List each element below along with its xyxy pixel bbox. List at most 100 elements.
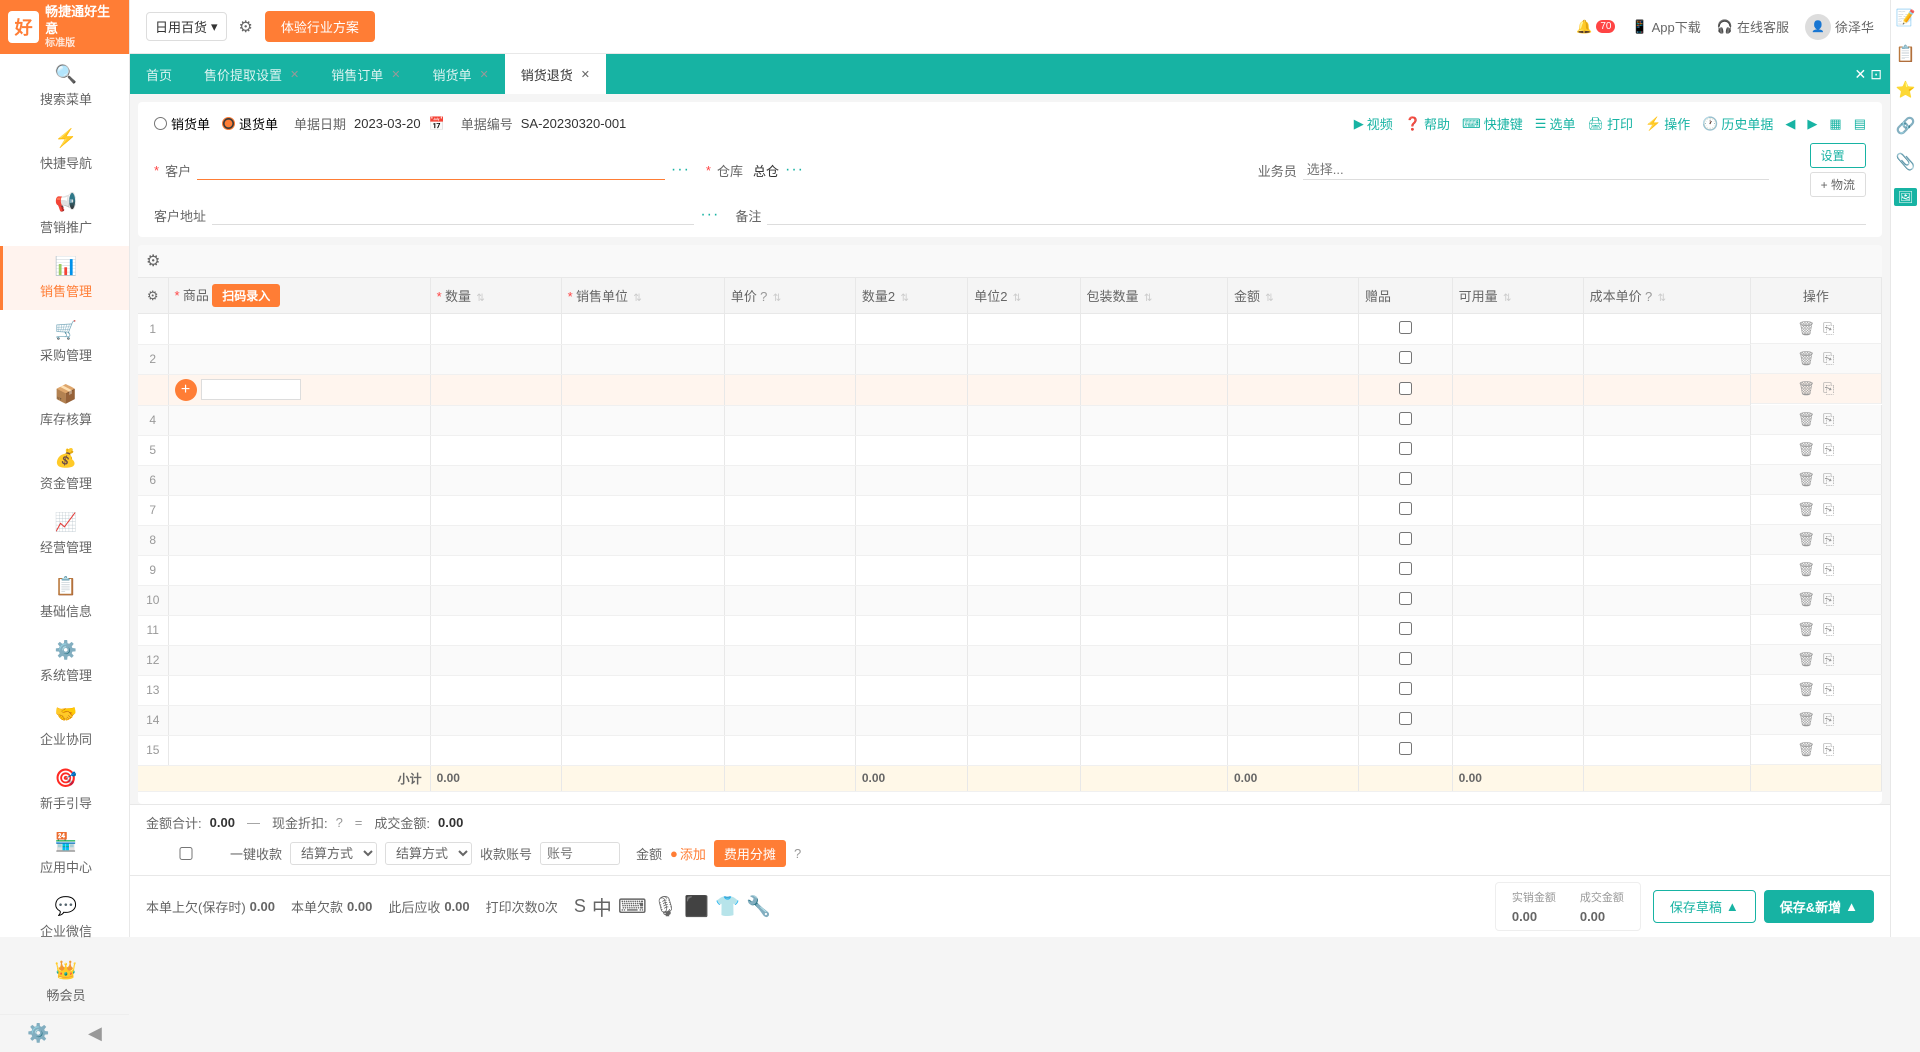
pack-qty-cell[interactable]: [1080, 525, 1227, 555]
qty2-cell[interactable]: [855, 675, 967, 705]
gift-checkbox[interactable]: [1399, 742, 1412, 755]
product-input[interactable]: [201, 379, 301, 400]
sidebar-item-operations[interactable]: 📈 经营管理: [0, 502, 129, 566]
copy-row-button[interactable]: ⎘: [1821, 439, 1836, 460]
delete-row-button[interactable]: 🗑: [1795, 709, 1817, 730]
gift-checkbox[interactable]: [1399, 712, 1412, 725]
notification-item[interactable]: 🔔 70: [1576, 19, 1615, 35]
sidebar-item-wechat[interactable]: 💬 企业微信: [0, 886, 129, 950]
amount-cell[interactable]: [1227, 314, 1358, 345]
delete-row-button[interactable]: 🗑: [1795, 318, 1817, 339]
product-cell[interactable]: [168, 405, 430, 435]
cost-cell[interactable]: [1583, 405, 1750, 435]
input-icon-2[interactable]: ⌨: [618, 894, 647, 919]
pack-qty-cell[interactable]: [1080, 615, 1227, 645]
cost-cell[interactable]: [1583, 735, 1750, 765]
gift-checkbox[interactable]: [1399, 532, 1412, 545]
tab-sales-order-close[interactable]: ✕: [391, 68, 400, 81]
cost-cell[interactable]: [1583, 705, 1750, 735]
save-draft-chevron[interactable]: ▲: [1726, 899, 1739, 914]
delete-row-button[interactable]: 🗑: [1795, 529, 1817, 550]
sidebar-item-guide[interactable]: 🎯 新手引导: [0, 758, 129, 822]
sort-available-icon[interactable]: ⇅: [1503, 293, 1511, 304]
col-gear-icon[interactable]: ⚙: [147, 288, 159, 303]
unit2-cell[interactable]: [968, 705, 1080, 735]
user-item[interactable]: 👤 徐泽华: [1805, 14, 1874, 40]
delete-row-button[interactable]: 🗑: [1795, 619, 1817, 640]
amount-cell[interactable]: [1227, 465, 1358, 495]
cost-cell[interactable]: [1583, 374, 1750, 405]
cost-cell[interactable]: [1583, 525, 1750, 555]
sort-amount-icon[interactable]: ⇅: [1265, 293, 1273, 304]
copy-row-button[interactable]: ⎘: [1821, 709, 1836, 730]
trial-button[interactable]: 体验行业方案: [265, 11, 375, 42]
gift-checkbox[interactable]: [1399, 562, 1412, 575]
cost-cell[interactable]: [1583, 435, 1750, 465]
qty2-cell[interactable]: [855, 525, 967, 555]
sidebar-item-inventory[interactable]: 📦 库存核算: [0, 374, 129, 438]
fee-split-button[interactable]: 费用分摊: [714, 840, 786, 867]
unit-cell[interactable]: [561, 435, 724, 465]
cost-cell[interactable]: [1583, 615, 1750, 645]
settings-bottom-icon[interactable]: ⚙️: [27, 1023, 49, 1044]
gift-checkbox[interactable]: [1399, 652, 1412, 665]
unit2-cell[interactable]: [968, 495, 1080, 525]
toolbar-help[interactable]: ❓ 帮助: [1405, 114, 1450, 133]
available-cell[interactable]: [1452, 525, 1583, 555]
quantity-cell[interactable]: [430, 705, 561, 735]
online-service-item[interactable]: 🎧 在线客服: [1717, 17, 1789, 36]
delete-row-button[interactable]: 🗑: [1795, 589, 1817, 610]
unit-cell[interactable]: [561, 525, 724, 555]
qty2-cell[interactable]: [855, 344, 967, 374]
sort-price-icon[interactable]: ⇅: [773, 293, 781, 304]
product-cell[interactable]: [168, 344, 430, 374]
account-input[interactable]: [540, 842, 620, 865]
gift-cell[interactable]: [1358, 615, 1452, 645]
gift-checkbox[interactable]: [1399, 412, 1412, 425]
tab-sales-delivery[interactable]: 销货单 ✕: [416, 54, 504, 94]
unit2-cell[interactable]: [968, 615, 1080, 645]
cost-cell[interactable]: [1583, 645, 1750, 675]
collapse-icon[interactable]: ◀: [88, 1023, 102, 1044]
copy-row-button[interactable]: ⎘: [1821, 589, 1836, 610]
amount-cell[interactable]: [1227, 344, 1358, 374]
gift-cell[interactable]: [1358, 495, 1452, 525]
unit-cell[interactable]: [561, 645, 724, 675]
cost-cell[interactable]: [1583, 495, 1750, 525]
unit-cell[interactable]: [561, 735, 724, 765]
gift-cell[interactable]: [1358, 675, 1452, 705]
sidebar-item-member[interactable]: 👑 畅会员: [0, 950, 129, 1014]
unit2-cell[interactable]: [968, 585, 1080, 615]
gift-cell[interactable]: [1358, 435, 1452, 465]
available-cell[interactable]: [1452, 374, 1583, 405]
delete-row-button[interactable]: 🗑: [1795, 469, 1817, 490]
scan-button[interactable]: 扫码录入: [212, 284, 280, 307]
qty2-cell[interactable]: [855, 615, 967, 645]
gift-cell[interactable]: [1358, 405, 1452, 435]
quantity-cell[interactable]: [430, 615, 561, 645]
delete-row-button[interactable]: 🗑: [1795, 378, 1817, 399]
unit-cell[interactable]: [561, 585, 724, 615]
price-cell[interactable]: [724, 585, 855, 615]
unit2-cell[interactable]: [968, 465, 1080, 495]
product-cell[interactable]: [168, 735, 430, 765]
gift-checkbox[interactable]: [1399, 502, 1412, 515]
qty2-cell[interactable]: [855, 314, 967, 345]
available-cell[interactable]: [1452, 645, 1583, 675]
toolbar-video[interactable]: ▶ 视频: [1354, 114, 1393, 133]
quantity-cell[interactable]: [430, 495, 561, 525]
amount-cell[interactable]: [1227, 705, 1358, 735]
customer-input[interactable]: [197, 160, 665, 180]
available-cell[interactable]: [1452, 314, 1583, 345]
app-download-item[interactable]: 📱 App下载: [1631, 17, 1700, 36]
sort-unit-icon[interactable]: ⇅: [633, 293, 641, 304]
quantity-cell[interactable]: [430, 675, 561, 705]
unit2-cell[interactable]: [968, 344, 1080, 374]
product-cell[interactable]: [168, 645, 430, 675]
gift-cell[interactable]: [1358, 555, 1452, 585]
pack-qty-cell[interactable]: [1080, 495, 1227, 525]
quantity-cell[interactable]: [430, 585, 561, 615]
gift-cell[interactable]: [1358, 585, 1452, 615]
product-cell[interactable]: [168, 675, 430, 705]
unit2-cell[interactable]: [968, 374, 1080, 405]
